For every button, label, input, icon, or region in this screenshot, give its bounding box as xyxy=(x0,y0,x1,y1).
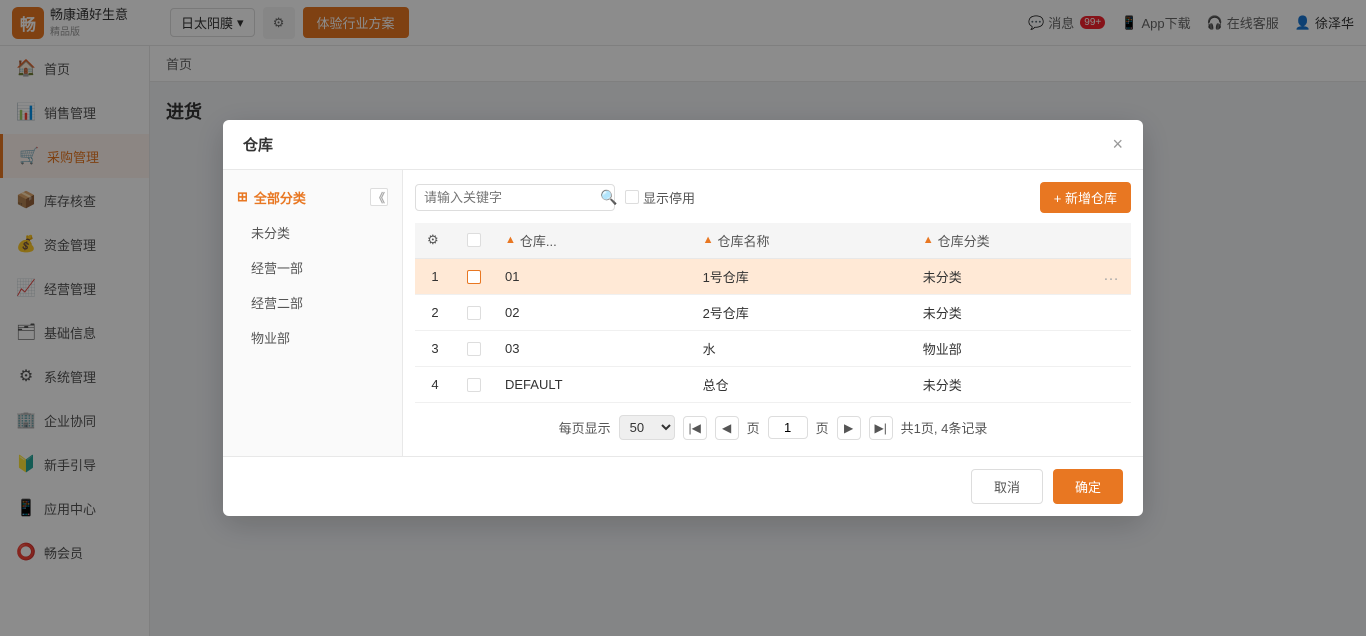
page-label: 页 xyxy=(816,418,829,437)
table-row[interactable]: 4 DEFAULT 总仓 未分类 xyxy=(415,367,1131,403)
table-panel: 🔍 显示停用 + 新增仓库 ⚙ xyxy=(403,170,1143,457)
modal-header: 仓库 × xyxy=(223,120,1143,170)
row-checkbox[interactable] xyxy=(467,270,481,284)
grid-icon: ⊞ xyxy=(237,189,248,205)
all-category-label: 全部分类 xyxy=(254,188,306,207)
cell-num: 4 xyxy=(415,367,455,403)
th-warehouse-name: ▲ 仓库名称 xyxy=(691,223,911,259)
modal-overlay: 仓库 × ⊞ 全部分类 《 未分类 经营一部 经营二部 xyxy=(0,0,1366,636)
sort-cat-icon: ▲ xyxy=(923,234,934,246)
cell-id: DEFAULT xyxy=(493,367,691,403)
cancel-button[interactable]: 取消 xyxy=(971,469,1043,504)
pagination-bar: 每页显示 50 100 200 |◀ ◀ 页 页 ▶ ▶| 共1页, 4条记录 xyxy=(415,403,1131,444)
th-warehouse-category: ▲ 仓库分类 xyxy=(911,223,1131,259)
last-page-btn[interactable]: ▶| xyxy=(869,416,893,440)
cell-checkbox[interactable] xyxy=(455,367,493,403)
modal-close-button[interactable]: × xyxy=(1112,134,1123,155)
row-checkbox[interactable] xyxy=(467,342,481,356)
search-input-wrap[interactable]: 🔍 xyxy=(415,184,615,211)
category-item-2[interactable]: 经营二部 xyxy=(223,285,402,320)
th-warehouse-id: ▲ 仓库... xyxy=(493,223,691,259)
cell-name: 1号仓库 xyxy=(691,258,911,295)
cell-id: 03 xyxy=(493,331,691,367)
row-more-btn[interactable]: … xyxy=(1103,267,1119,285)
cell-name: 2号仓库 xyxy=(691,295,911,331)
cell-category: 未分类 xyxy=(911,295,1131,331)
page-number-input[interactable] xyxy=(768,416,808,439)
cell-checkbox[interactable] xyxy=(455,258,493,295)
category-panel: ⊞ 全部分类 《 未分类 经营一部 经营二部 物业部 xyxy=(223,170,403,457)
cell-checkbox[interactable] xyxy=(455,295,493,331)
cell-id: 01 xyxy=(493,258,691,295)
cell-name: 水 xyxy=(691,331,911,367)
warehouse-modal: 仓库 × ⊞ 全部分类 《 未分类 经营一部 经营二部 xyxy=(223,120,1143,517)
collapse-panel-btn[interactable]: 《 xyxy=(370,188,388,206)
first-page-btn[interactable]: |◀ xyxy=(683,416,707,440)
cell-id: 02 xyxy=(493,295,691,331)
show-disabled-checkbox[interactable] xyxy=(625,190,639,204)
per-page-label: 每页显示 xyxy=(559,418,611,437)
total-info: 共1页, 4条记录 xyxy=(901,418,988,437)
cell-name: 总仓 xyxy=(691,367,911,403)
settings-col-icon: ⚙ xyxy=(427,232,439,247)
row-checkbox[interactable] xyxy=(467,378,481,392)
show-disabled-label: 显示停用 xyxy=(643,188,695,207)
table-row[interactable]: 3 03 水 物业部 xyxy=(415,331,1131,367)
cell-num: 1 xyxy=(415,258,455,295)
category-item-3[interactable]: 物业部 xyxy=(223,320,402,355)
per-page-select[interactable]: 50 100 200 xyxy=(619,415,675,440)
next-page-btn[interactable]: ▶ xyxy=(837,416,861,440)
table-row[interactable]: 2 02 2号仓库 未分类 xyxy=(415,295,1131,331)
modal-footer: 取消 确定 xyxy=(223,456,1143,516)
search-input[interactable] xyxy=(424,190,600,205)
cell-num: 3 xyxy=(415,331,455,367)
confirm-button[interactable]: 确定 xyxy=(1053,469,1123,504)
th-name-label: 仓库名称 xyxy=(717,231,769,250)
show-disabled-checkbox-label[interactable]: 显示停用 xyxy=(625,188,695,207)
modal-title: 仓库 xyxy=(243,134,273,155)
sort-name-icon: ▲ xyxy=(703,234,714,246)
cell-checkbox[interactable] xyxy=(455,331,493,367)
category-item-0[interactable]: 未分类 xyxy=(223,215,402,250)
th-id-label: 仓库... xyxy=(520,231,557,250)
sort-id-icon: ▲ xyxy=(505,234,516,246)
warehouse-table: ⚙ ▲ 仓库... xyxy=(415,223,1131,404)
prev-page-btn[interactable]: ◀ xyxy=(715,416,739,440)
th-cat-label: 仓库分类 xyxy=(938,231,990,250)
row-checkbox[interactable] xyxy=(467,306,481,320)
all-category-header[interactable]: ⊞ 全部分类 《 xyxy=(223,180,402,215)
table-header-row: ⚙ ▲ 仓库... xyxy=(415,223,1131,259)
cell-category: 物业部 xyxy=(911,331,1131,367)
th-settings: ⚙ xyxy=(415,223,455,259)
modal-body: ⊞ 全部分类 《 未分类 经营一部 经营二部 物业部 xyxy=(223,170,1143,457)
table-row[interactable]: 1 01 1号仓库 未分类 … xyxy=(415,258,1131,295)
page-text: 页 xyxy=(747,418,760,437)
category-item-1[interactable]: 经营一部 xyxy=(223,250,402,285)
cell-category: 未分类 xyxy=(911,367,1131,403)
th-checkbox xyxy=(455,223,493,259)
cell-num: 2 xyxy=(415,295,455,331)
add-warehouse-btn[interactable]: + 新增仓库 xyxy=(1040,182,1131,213)
cell-category: 未分类 … xyxy=(911,259,1131,295)
select-all-checkbox[interactable] xyxy=(467,233,481,247)
table-toolbar: 🔍 显示停用 + 新增仓库 xyxy=(415,182,1131,213)
search-icon[interactable]: 🔍 xyxy=(600,189,617,206)
